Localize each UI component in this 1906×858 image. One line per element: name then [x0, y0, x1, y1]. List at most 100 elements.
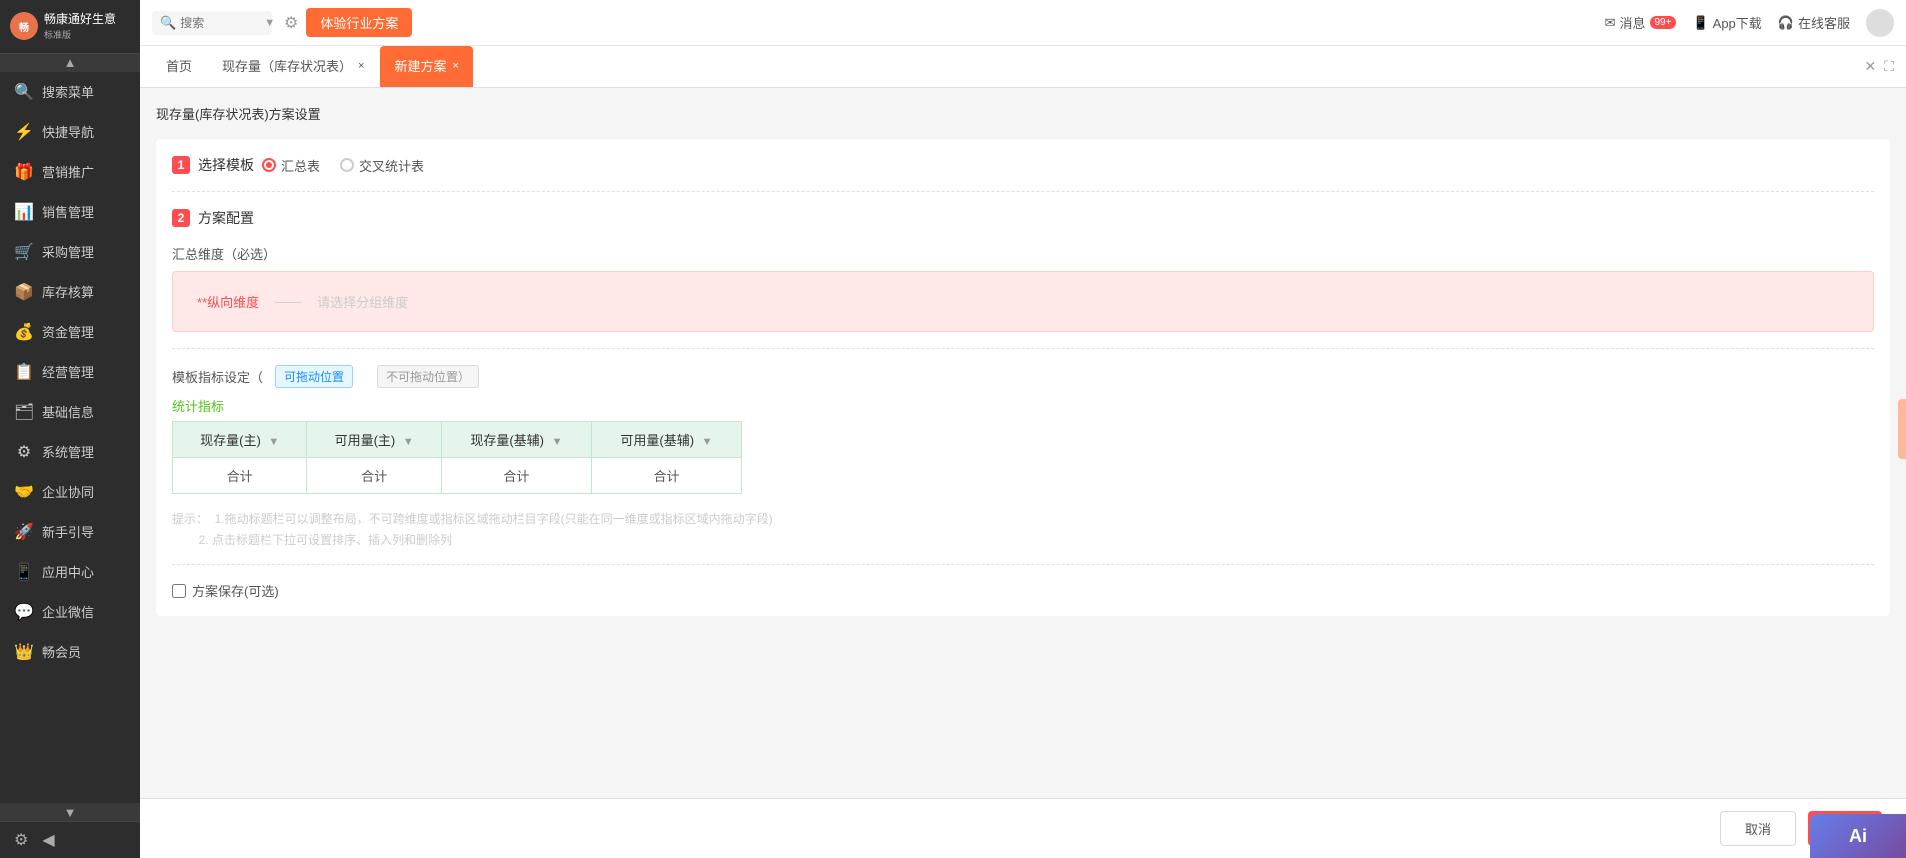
inventory-icon: 📦 [14, 282, 34, 302]
app-logo-icon: 畅 [10, 12, 38, 40]
sidebar-item-sales[interactable]: 📊 销售管理 [0, 192, 140, 232]
step2-label: 方案配置 [198, 208, 254, 228]
ai-floating-button[interactable]: Ai [1810, 814, 1906, 858]
basic-info-icon: 🗂 [14, 402, 34, 422]
col-dropdown-0[interactable]: ▼ [268, 436, 279, 448]
sidebar-item-app-center[interactable]: 📱 应用中心 [0, 552, 140, 592]
cancel-button[interactable]: 取消 [1720, 811, 1796, 846]
main-area: 🔍 ▼ ⚙ 体验行业方案 ✉ 消息 99+ 📱 App下载 🎧 在线客服 [140, 0, 1906, 858]
enterprise-icon: 🤝 [14, 482, 34, 502]
cell-3: 合计 [591, 458, 741, 494]
scroll-handle[interactable] [1898, 399, 1906, 459]
sidebar-item-search-menu[interactable]: 🔍 搜索菜单 [0, 72, 140, 112]
sidebar-item-label: 经营管理 [42, 362, 94, 381]
col-label-3: 可用量(基辅) [620, 433, 694, 448]
search-input[interactable] [180, 16, 260, 30]
sidebar-item-enterprise[interactable]: 🤝 企业协同 [0, 472, 140, 512]
tab-new-plan[interactable]: 新建方案 × [380, 46, 472, 87]
radio-summary-label: 汇总表 [281, 156, 320, 175]
tab-inventory-close[interactable]: × [358, 60, 364, 72]
sidebar-scroll-down[interactable]: ▼ [0, 803, 140, 821]
sidebar-item-inventory[interactable]: 📦 库存核算 [0, 272, 140, 312]
sidebar: 畅 畅康通好生意 标准版 ▲ 🔍 搜索菜单 ⚡ 快捷导航 🎁 营销推广 📊 销售… [0, 0, 140, 858]
tab-new-plan-close[interactable]: × [452, 60, 458, 72]
topbar-search-box: 🔍 ▼ [152, 11, 272, 35]
sidebar-nav: 🔍 搜索菜单 ⚡ 快捷导航 🎁 营销推广 📊 销售管理 🛒 采购管理 📦 库存核… [0, 72, 140, 803]
save-checkbox[interactable] [172, 584, 186, 598]
tab-close-panel: ✕ ⛶ [1864, 58, 1894, 75]
stats-section: 统计指标 现存量(主) ▼ 可用量(主) ▼ [172, 396, 1874, 494]
tab-inventory-label: 现存量（库存状况表） [222, 56, 352, 75]
tabs-bar: 首页 现存量（库存状况表） × 新建方案 × ✕ ⛶ [140, 46, 1906, 88]
operations-icon: 📋 [14, 362, 34, 382]
sidebar-scroll-up[interactable]: ▲ [0, 54, 140, 72]
col-dropdown-2[interactable]: ▼ [552, 436, 563, 448]
tab-inventory-status[interactable]: 现存量（库存状况表） × [208, 46, 378, 87]
radio-summary[interactable]: 汇总表 [262, 156, 320, 175]
sidebar-item-wechat[interactable]: 💬 企业微信 [0, 592, 140, 632]
member-icon: 👑 [14, 642, 34, 662]
sidebar-item-label: 新手引导 [42, 522, 94, 541]
save-label: 方案保存(可选) [192, 581, 279, 600]
sidebar-item-label: 搜索菜单 [42, 82, 94, 101]
radio-cross[interactable]: 交叉统计表 [340, 156, 424, 175]
sidebar-item-label: 企业协同 [42, 482, 94, 501]
messages-item[interactable]: ✉ 消息 99+ [1605, 13, 1677, 32]
sidebar-item-quick-nav[interactable]: ⚡ 快捷导航 [0, 112, 140, 152]
sidebar-item-label: 系统管理 [42, 442, 94, 461]
sidebar-item-finance[interactable]: 💰 资金管理 [0, 312, 140, 352]
search-dropdown-icon[interactable]: ▼ [264, 17, 275, 29]
collapse-icon[interactable]: ◀ [42, 830, 54, 850]
topbar-gear-icon[interactable]: ⚙ [284, 13, 298, 33]
step-divider [172, 191, 1874, 192]
sidebar-item-operations[interactable]: 📋 经营管理 [0, 352, 140, 392]
col-header-0[interactable]: 现存量(主) ▼ [173, 422, 307, 458]
tab-home[interactable]: 首页 [152, 46, 206, 87]
sidebar-item-basic-info[interactable]: 🗂 基础信息 [0, 392, 140, 432]
step1-header: 1 选择模板 汇总表 交叉统计表 [172, 155, 1874, 175]
col-header-3[interactable]: 可用量(基辅) ▼ [591, 422, 741, 458]
customer-service-item[interactable]: 🎧 在线客服 [1778, 13, 1850, 32]
app-edition: 标准版 [44, 28, 116, 41]
col-header-1[interactable]: 可用量(主) ▼ [307, 422, 441, 458]
sidebar-item-label: 基础信息 [42, 402, 94, 421]
cell-2: 合计 [441, 458, 591, 494]
app-download-item[interactable]: 📱 App下载 [1692, 13, 1761, 32]
sidebar-item-member[interactable]: 👑 畅会员 [0, 632, 140, 672]
stats-table: 现存量(主) ▼ 可用量(主) ▼ 现存量(基辅) ▼ [172, 421, 742, 494]
indicator-settings-label: 模板指标设定（ [172, 367, 263, 386]
col-header-2[interactable]: 现存量(基辅) ▼ [441, 422, 591, 458]
col-dropdown-1[interactable]: ▼ [403, 436, 414, 448]
sidebar-item-label: 资金管理 [42, 322, 94, 341]
sidebar-item-new-user[interactable]: 🚀 新手引导 [0, 512, 140, 552]
panel-close-btn[interactable]: ✕ [1864, 58, 1876, 75]
step2-header: 2 方案配置 [172, 208, 1874, 228]
phone-icon: 📱 [1692, 15, 1708, 31]
template-options: 汇总表 交叉统计表 [262, 156, 424, 175]
tip-2: 2. 点击标题栏下拉可设置排序、插入列和删除列 [172, 531, 1874, 548]
tab-new-plan-label: 新建方案 [394, 56, 446, 75]
sidebar-item-purchase[interactable]: 🛒 采购管理 [0, 232, 140, 272]
trial-btn[interactable]: 体验行业方案 [306, 8, 412, 37]
sidebar-item-marketing[interactable]: 🎁 营销推广 [0, 152, 140, 192]
quick-nav-icon: ⚡ [14, 122, 34, 142]
tip-1: 提示： 1.拖动标题栏可以调整布局，不可跨维度或指标区域拖动栏目字段(只能在同一… [172, 510, 1874, 527]
dimension-area[interactable]: **纵向维度 —— 请选择分组维度 [172, 271, 1874, 332]
page-title: 现存量(库存状况表)方案设置 [156, 104, 1890, 123]
user-avatar[interactable] [1866, 9, 1894, 37]
messages-label: 消息 [1619, 13, 1645, 32]
app-name: 畅康通好生意 [44, 12, 116, 28]
step1-label: 选择模板 [198, 155, 254, 175]
col-label-2: 现存量(基辅) [470, 433, 544, 448]
sidebar-item-label: 快捷导航 [42, 122, 94, 141]
sidebar-item-system[interactable]: ⚙ 系统管理 [0, 432, 140, 472]
save-option: 方案保存(可选) [172, 581, 1874, 600]
tips-section: 提示： 1.拖动标题栏可以调整布局，不可跨维度或指标区域拖动栏目字段(只能在同一… [172, 510, 1874, 548]
panel-expand-btn[interactable]: ⛶ [1884, 58, 1894, 75]
col-dropdown-3[interactable]: ▼ [702, 436, 713, 448]
message-icon: ✉ [1605, 15, 1616, 31]
dimension-placeholder: 请选择分组维度 [317, 292, 408, 311]
cell-0: 合计 [173, 458, 307, 494]
settings-icon[interactable]: ⚙ [14, 830, 28, 850]
cell-1: 合计 [307, 458, 441, 494]
